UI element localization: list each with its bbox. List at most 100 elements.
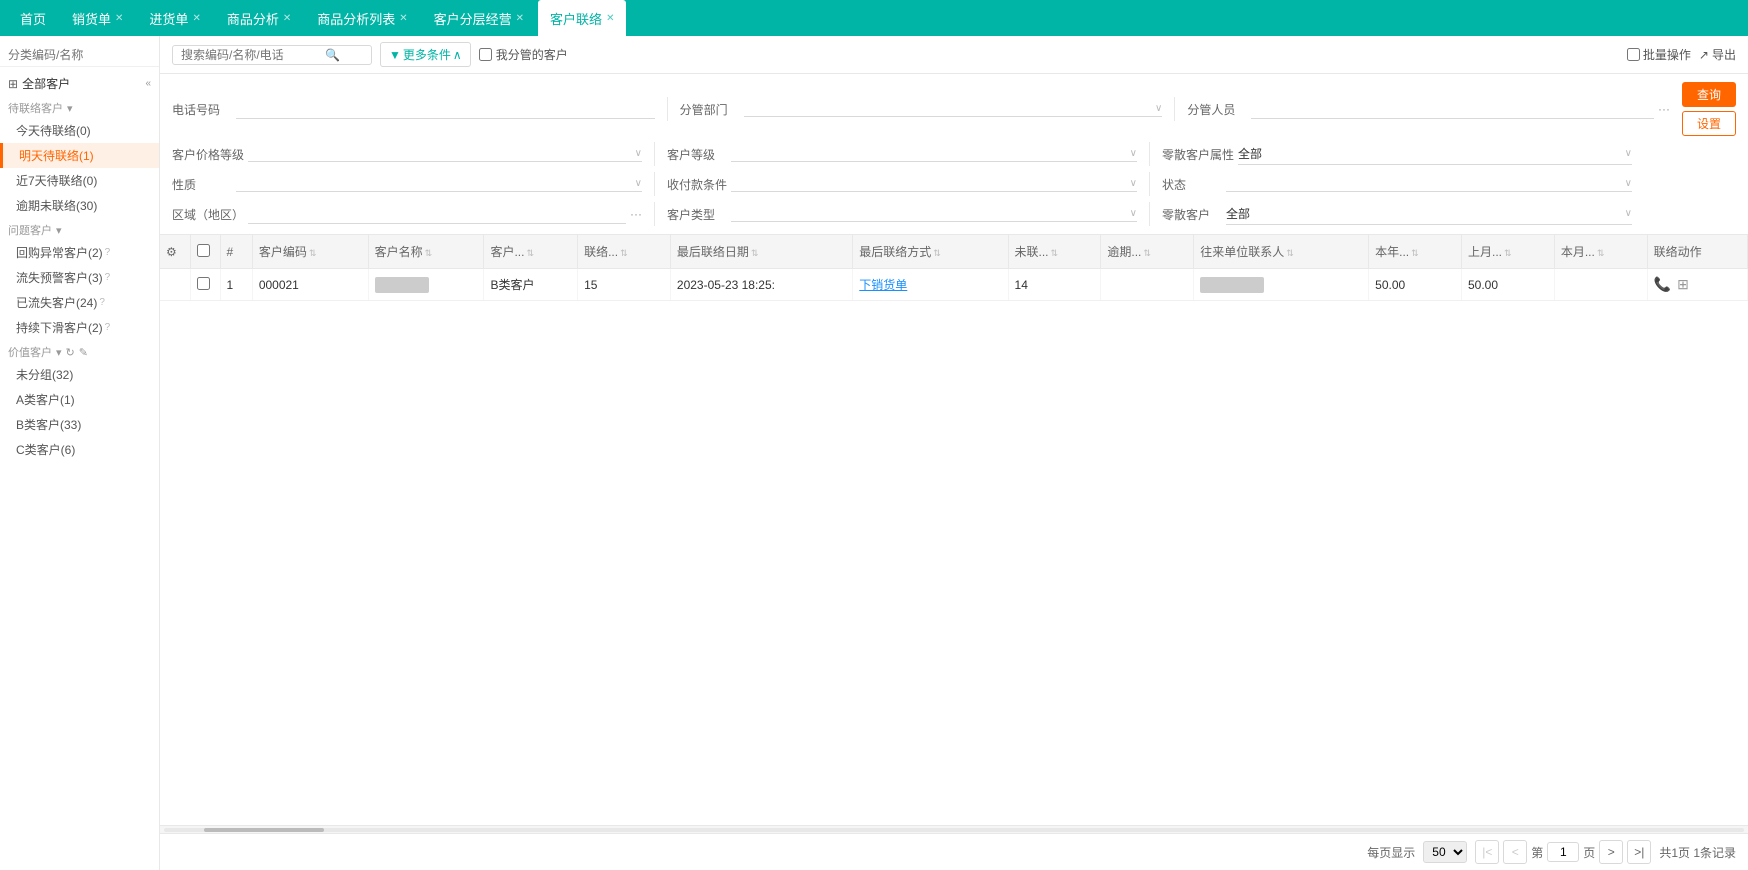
- close-sales-order-icon[interactable]: ✕: [115, 13, 123, 24]
- sort-icon-date[interactable]: ⇅: [751, 248, 759, 258]
- page-next-btn[interactable]: >: [1599, 840, 1623, 864]
- page-last-btn[interactable]: >|: [1627, 840, 1651, 864]
- col-type[interactable]: 客户...⇅: [484, 235, 578, 269]
- settings-button[interactable]: 设置: [1682, 111, 1736, 136]
- col-code[interactable]: 客户编码⇅: [252, 235, 368, 269]
- nav-purchase-order[interactable]: 进货单 ✕: [137, 0, 212, 36]
- sort-icon-month[interactable]: ⇅: [1597, 248, 1605, 258]
- export-btn[interactable]: ↗ 导出: [1699, 46, 1736, 63]
- sidebar-item-declining[interactable]: 持续下滑客户(2) ?: [0, 315, 159, 340]
- sidebar-item-churn-warning[interactable]: 流失预警客户(3) ?: [0, 265, 159, 290]
- sidebar-item-tomorrow-pending[interactable]: 明天待联络(1): [0, 143, 159, 168]
- sidebar-item-7day-pending[interactable]: 近7天待联络(0): [0, 168, 159, 193]
- col-contacts[interactable]: 联络...⇅: [578, 235, 671, 269]
- phone-icon[interactable]: 📞: [1654, 276, 1671, 293]
- search-icon-btn[interactable]: 🔍: [325, 48, 340, 62]
- filter-payment: 收付款条件 ∨: [667, 176, 1137, 193]
- page-input[interactable]: [1547, 842, 1579, 862]
- phone-input[interactable]: [236, 100, 655, 119]
- status-select[interactable]: ∨: [1226, 176, 1632, 192]
- nav-product-analysis-list[interactable]: 商品分析列表 ✕: [305, 0, 419, 36]
- sidebar-item-today-pending[interactable]: 今天待联络(0): [0, 118, 159, 143]
- sidebar-all-customers[interactable]: ⊞ 全部客户 «: [0, 71, 159, 96]
- manager-ellipsis-icon[interactable]: ···: [1658, 102, 1670, 116]
- sort-icon-overdue[interactable]: ⇅: [1143, 248, 1151, 258]
- row-this-year-cell: 50.00: [1369, 269, 1462, 301]
- scrollbar-thumb[interactable]: [204, 828, 324, 832]
- filter-btn[interactable]: ▼ 更多条件 ∧: [380, 42, 471, 67]
- refresh-icon[interactable]: ↻: [66, 346, 75, 359]
- close-customer-tier-icon[interactable]: ✕: [516, 13, 524, 24]
- sidebar-item-ungrouped[interactable]: 未分组(32): [0, 362, 159, 387]
- retail-customer-select[interactable]: 全部 ∨: [1226, 203, 1632, 225]
- price-level-select[interactable]: ∨: [248, 146, 642, 162]
- my-customers-checkbox[interactable]: 我分管的客户: [479, 46, 568, 63]
- col-name[interactable]: 客户名称⇅: [368, 235, 484, 269]
- query-button[interactable]: 查询: [1682, 82, 1736, 107]
- nav-sales-order[interactable]: 销货单 ✕: [60, 0, 135, 36]
- sidebar-search-input[interactable]: [8, 48, 160, 62]
- page-prev-btn[interactable]: <: [1503, 840, 1527, 864]
- region-ellipsis-icon[interactable]: ···: [630, 207, 642, 221]
- sort-icon-year[interactable]: ⇅: [1411, 248, 1419, 258]
- nav-customer-contact[interactable]: 客户联络 ✕: [538, 0, 626, 36]
- page-first-btn[interactable]: |<: [1475, 840, 1499, 864]
- sort-icon-type[interactable]: ⇅: [526, 248, 534, 258]
- sort-icon-unit[interactable]: ⇅: [1286, 248, 1294, 258]
- search-box[interactable]: 🔍: [172, 45, 372, 65]
- manager-input[interactable]: [1251, 100, 1654, 119]
- sidebar-item-c-class[interactable]: C类客户(6): [0, 437, 159, 462]
- horizontal-scrollbar[interactable]: [160, 825, 1748, 833]
- batch-btn[interactable]: 批量操作: [1627, 46, 1691, 63]
- payment-select[interactable]: ∨: [731, 176, 1137, 192]
- sort-icon-way[interactable]: ⇅: [933, 248, 941, 258]
- close-customer-contact-icon[interactable]: ✕: [606, 13, 614, 24]
- batch-checkbox[interactable]: [1627, 48, 1640, 61]
- my-customers-input[interactable]: [479, 48, 492, 61]
- sidebar-search[interactable]: 🔍: [0, 44, 159, 67]
- sort-icon-uncontacted[interactable]: ⇅: [1051, 248, 1059, 258]
- sidebar-item-repurchase-abnormal[interactable]: 回购异常客户(2) ?: [0, 240, 159, 265]
- search-input[interactable]: [181, 48, 321, 62]
- scrollbar-track[interactable]: [164, 828, 1744, 832]
- col-checkbox[interactable]: [190, 235, 220, 269]
- sort-icon-contacts[interactable]: ⇅: [620, 248, 628, 258]
- sort-icon-code[interactable]: ⇅: [309, 248, 317, 258]
- row-seq-cell: 1: [220, 269, 252, 301]
- sidebar-item-churned[interactable]: 已流失客户(24) ?: [0, 290, 159, 315]
- nav-home[interactable]: 首页: [8, 0, 58, 36]
- customer-type-select[interactable]: ∨: [731, 206, 1137, 222]
- sort-icon-lastmonth[interactable]: ⇅: [1504, 248, 1512, 258]
- close-product-list-icon[interactable]: ✕: [399, 13, 407, 24]
- col-last-month[interactable]: 上月...⇅: [1461, 235, 1554, 269]
- col-unit-contact[interactable]: 往来单位联系人⇅: [1194, 235, 1369, 269]
- nav-product-analysis[interactable]: 商品分析 ✕: [215, 0, 303, 36]
- col-this-year[interactable]: 本年...⇅: [1369, 235, 1462, 269]
- customer-level-select[interactable]: ∨: [731, 146, 1137, 162]
- col-settings[interactable]: ⚙: [160, 235, 190, 269]
- close-purchase-order-icon[interactable]: ✕: [192, 13, 200, 24]
- grid-action-icon[interactable]: ⊞: [1677, 276, 1689, 293]
- select-all-checkbox[interactable]: [197, 244, 210, 257]
- edit-icon[interactable]: ✎: [79, 346, 88, 359]
- col-overdue[interactable]: 逾期...⇅: [1101, 235, 1194, 269]
- nav-customer-tier[interactable]: 客户分层经营 ✕: [422, 0, 536, 36]
- sidebar-item-a-class[interactable]: A类客户(1): [0, 387, 159, 412]
- triangle-icon: ▾: [67, 102, 73, 115]
- col-last-contact-way[interactable]: 最后联络方式⇅: [853, 235, 1008, 269]
- sort-icon-name[interactable]: ⇅: [425, 248, 433, 258]
- retail-attr-select[interactable]: 全部 ∨: [1238, 143, 1632, 165]
- region-input[interactable]: [248, 205, 626, 224]
- row-checkbox[interactable]: [197, 277, 210, 290]
- sidebar-item-overdue-contact[interactable]: 逾期未联络(30): [0, 193, 159, 218]
- page-size-select[interactable]: 50: [1423, 841, 1467, 863]
- row-checkbox-cell[interactable]: [190, 269, 220, 301]
- sidebar-item-b-class[interactable]: B类客户(33): [0, 412, 159, 437]
- col-last-contact-date[interactable]: 最后联络日期⇅: [670, 235, 852, 269]
- col-uncontacted[interactable]: 未联...⇅: [1008, 235, 1101, 269]
- row-last-way-cell[interactable]: 下销货单: [853, 269, 1008, 301]
- dept-select[interactable]: ∨: [744, 101, 1163, 117]
- col-this-month[interactable]: 本月...⇅: [1554, 235, 1647, 269]
- nature-select[interactable]: ∨: [236, 176, 642, 192]
- close-product-analysis-icon[interactable]: ✕: [283, 13, 291, 24]
